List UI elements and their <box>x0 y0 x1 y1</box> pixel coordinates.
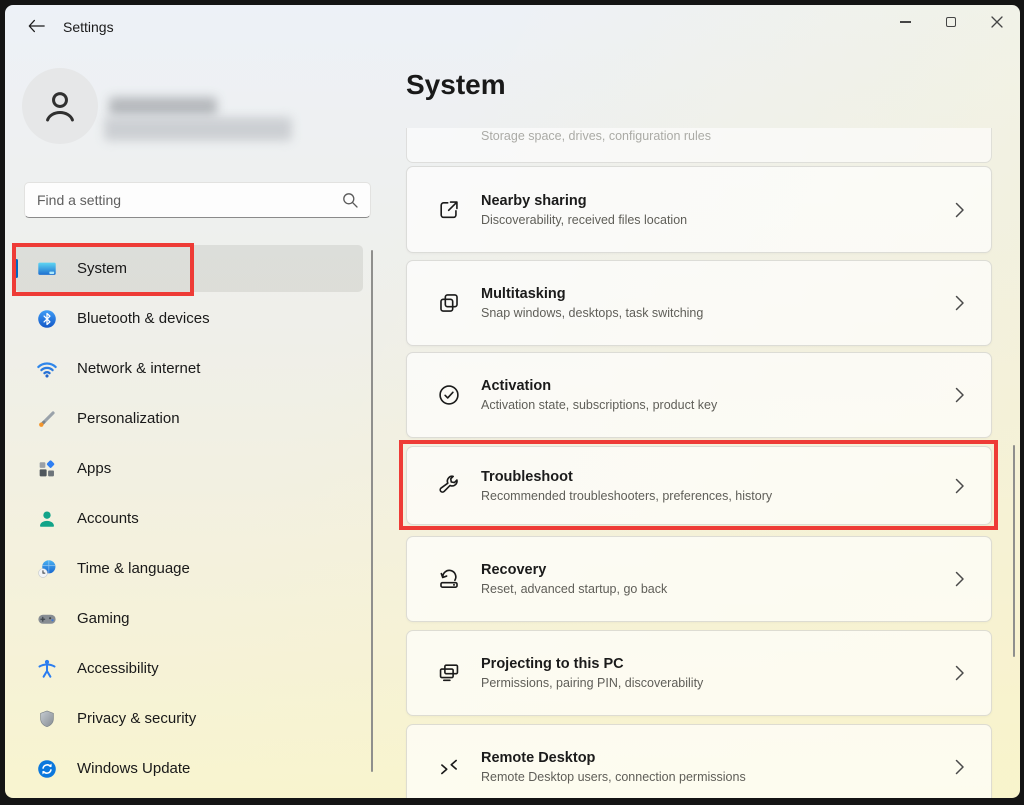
sidebar-item-network-internet[interactable]: Network & internet <box>15 345 363 392</box>
back-button[interactable] <box>21 13 51 39</box>
sidebar-item-bluetooth-devices[interactable]: Bluetooth & devices <box>15 295 363 342</box>
chevron-right-icon <box>955 202 965 218</box>
chevron-right-icon <box>955 295 965 311</box>
chevron-right-icon <box>955 571 965 587</box>
card-remote-desktop[interactable]: Remote Desktop Remote Desktop users, con… <box>406 724 992 798</box>
selected-indicator <box>15 259 18 278</box>
sidebar-item-label: Apps <box>77 460 111 477</box>
recovery-icon <box>436 566 462 592</box>
main-scrollbar[interactable] <box>1013 445 1015 657</box>
accounts-icon <box>36 508 58 530</box>
search-icon <box>342 192 358 208</box>
close-icon <box>991 16 1003 28</box>
card-subtitle: Recommended troubleshooters, preferences… <box>481 489 955 503</box>
sidebar-nav: System Bluetooth & devices Network & int… <box>15 245 363 795</box>
sidebar-item-system[interactable]: System <box>15 245 363 292</box>
search-box <box>24 182 371 218</box>
accessibility-icon <box>36 658 58 680</box>
card-title: Multitasking <box>481 286 955 302</box>
apps-icon <box>36 458 58 480</box>
card-subtitle: Discoverability, received files location <box>481 213 955 227</box>
user-email-redacted <box>104 117 292 141</box>
user-name-redacted <box>109 97 217 116</box>
sidebar-item-gaming[interactable]: Gaming <box>15 595 363 642</box>
card-title: Activation <box>481 378 955 394</box>
shield-icon <box>36 708 58 730</box>
card-activation[interactable]: Activation Activation state, subscriptio… <box>406 352 992 438</box>
windows-update-icon <box>36 758 58 780</box>
card-title: Remote Desktop <box>481 750 955 766</box>
chevron-right-icon <box>955 387 965 403</box>
card-subtitle: Remote Desktop users, connection permiss… <box>481 770 955 784</box>
nearby-sharing-icon <box>436 197 462 223</box>
storage-card-partial[interactable]: Storage space, drives, configuration rul… <box>406 128 992 163</box>
activation-icon <box>436 382 462 408</box>
card-troubleshoot[interactable]: Troubleshoot Recommended troubleshooters… <box>406 446 992 525</box>
multitasking-icon <box>436 290 462 316</box>
card-subtitle: Activation state, subscriptions, product… <box>481 398 955 412</box>
sidebar-item-label: Privacy & security <box>77 710 196 727</box>
sidebar-scrollbar[interactable] <box>371 250 373 772</box>
settings-window: Settings System <box>5 5 1020 798</box>
card-subtitle: Permissions, pairing PIN, discoverabilit… <box>481 676 955 690</box>
back-arrow-icon <box>28 19 45 33</box>
bluetooth-icon <box>36 308 58 330</box>
time-language-icon <box>36 558 58 580</box>
window-controls <box>882 5 1020 39</box>
sidebar-item-label: Network & internet <box>77 360 200 377</box>
personalization-icon <box>36 408 58 430</box>
sidebar-item-accessibility[interactable]: Accessibility <box>15 645 363 692</box>
close-button[interactable] <box>974 5 1020 39</box>
sidebar-item-label: Accessibility <box>77 660 159 677</box>
window-title: Settings <box>63 19 114 35</box>
card-nearby-sharing[interactable]: Nearby sharing Discoverability, received… <box>406 166 992 253</box>
sidebar-item-windows-update[interactable]: Windows Update <box>15 745 363 792</box>
chevron-right-icon <box>955 759 965 775</box>
sidebar-item-label: Personalization <box>77 410 180 427</box>
sidebar-item-label: Time & language <box>77 560 190 577</box>
card-subtitle: Storage space, drives, configuration rul… <box>481 129 711 143</box>
card-title: Recovery <box>481 562 955 578</box>
sidebar-item-label: Bluetooth & devices <box>77 310 210 327</box>
card-projecting-to-pc[interactable]: Projecting to this PC Permissions, pairi… <box>406 630 992 716</box>
avatar <box>22 68 98 144</box>
sidebar-item-privacy-security[interactable]: Privacy & security <box>15 695 363 742</box>
card-title: Projecting to this PC <box>481 656 955 672</box>
network-icon <box>36 358 58 380</box>
sidebar-item-apps[interactable]: Apps <box>15 445 363 492</box>
sidebar-item-accounts[interactable]: Accounts <box>15 495 363 542</box>
sidebar-item-personalization[interactable]: Personalization <box>15 395 363 442</box>
card-multitasking[interactable]: Multitasking Snap windows, desktops, tas… <box>406 260 992 346</box>
projecting-icon <box>436 660 462 686</box>
person-icon <box>39 85 81 127</box>
chevron-right-icon <box>955 665 965 681</box>
page-title: System <box>406 69 506 101</box>
card-subtitle: Snap windows, desktops, task switching <box>481 306 955 320</box>
troubleshoot-wrench-icon <box>436 473 462 499</box>
system-icon <box>36 258 58 280</box>
sidebar-item-label: System <box>77 260 127 277</box>
card-title: Nearby sharing <box>481 193 955 209</box>
maximize-button[interactable] <box>928 5 974 39</box>
maximize-icon <box>946 17 956 27</box>
gaming-icon <box>36 608 58 630</box>
card-title: Troubleshoot <box>481 469 955 485</box>
minimize-icon <box>900 21 911 22</box>
sidebar-item-label: Windows Update <box>77 760 190 777</box>
chevron-right-icon <box>955 478 965 494</box>
card-subtitle: Reset, advanced startup, go back <box>481 582 955 596</box>
minimize-button[interactable] <box>882 5 928 39</box>
remote-desktop-icon <box>436 754 462 780</box>
card-recovery[interactable]: Recovery Reset, advanced startup, go bac… <box>406 536 992 622</box>
search-input[interactable] <box>37 192 342 208</box>
sidebar-item-label: Gaming <box>77 610 130 627</box>
sidebar-item-time-language[interactable]: Time & language <box>15 545 363 592</box>
sidebar-item-label: Accounts <box>77 510 139 527</box>
